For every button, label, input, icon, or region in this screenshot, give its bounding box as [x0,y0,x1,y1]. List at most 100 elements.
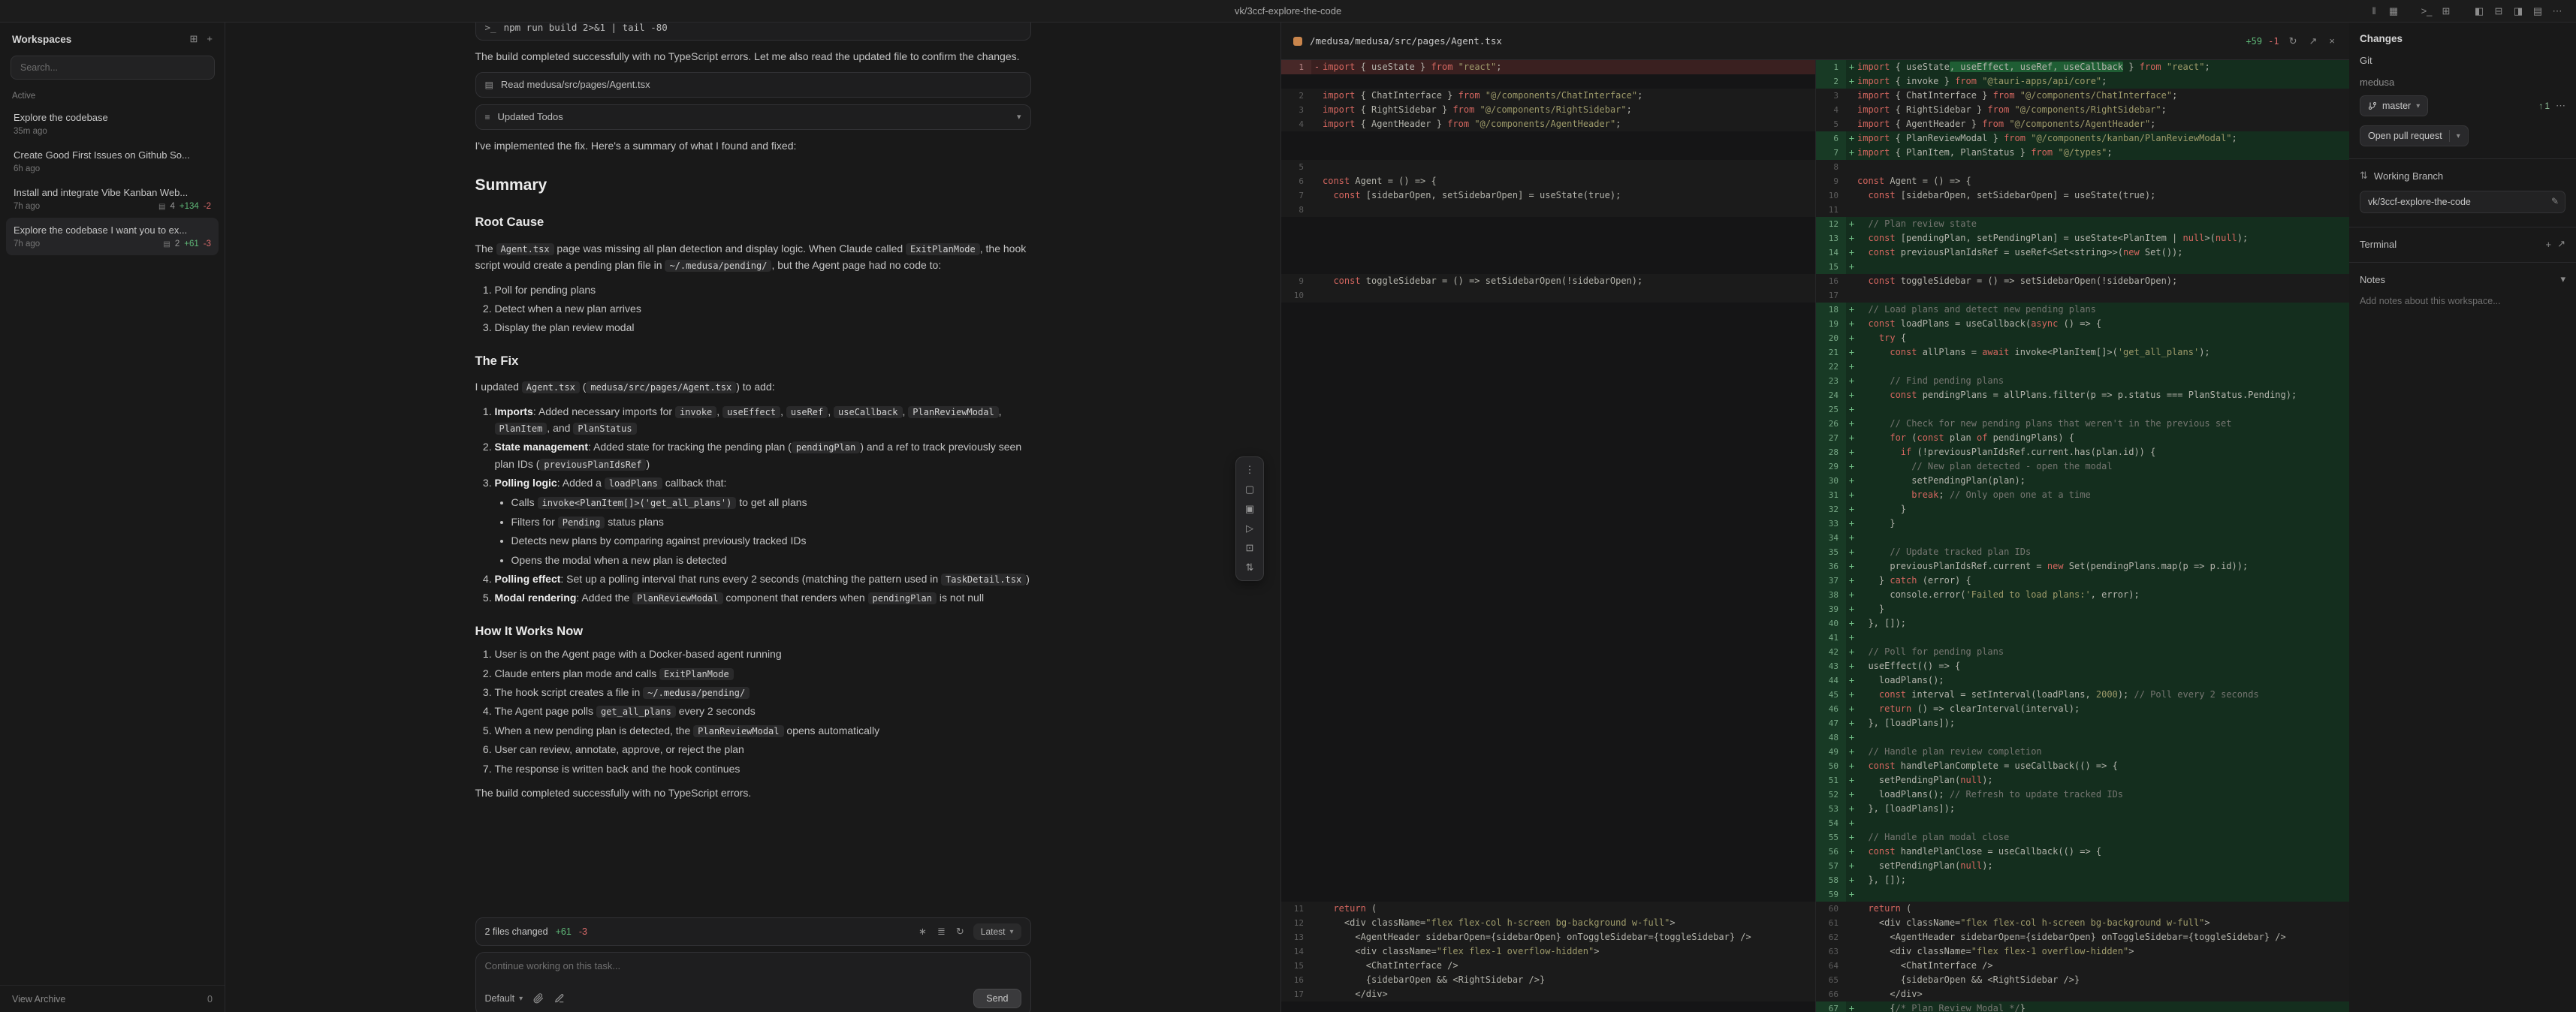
chevron-down-icon: ▾ [2457,132,2460,140]
titlebar-actions: ‖▦ >_⊞ ◧⊟◨▤⋯ [2366,5,2576,17]
diff-file-path: /medusa/medusa/src/pages/Agent.tsx [1310,35,1502,47]
chat-scroll-area[interactable]: >_npm run build 2>&1 | tail -80 The build… [225,23,1280,908]
files-changed-bar[interactable]: 2 files changed +61 -3 ∗ ≣ ↻ Latest ▾ [475,917,1031,946]
diff-row: 3 import { RightSidebar } from "@/compon… [1281,103,2349,117]
tool-call-label: Read medusa/src/pages/Agent.tsx [501,77,650,93]
additions-count: +61 [556,926,572,937]
diff-split-view[interactable]: 1-import { useState } from "react";1+imp… [1281,60,2349,1012]
diff-row: 38+ console.error('Failed to load plans:… [1281,588,2349,602]
diff-row: 19+ const loadPlans = useCallback(async … [1281,317,2349,331]
model-selector[interactable]: Default ▾ [485,993,523,1004]
terminal-icon[interactable]: >_ [2418,5,2435,17]
add-workspace-icon[interactable]: + [207,33,213,45]
section-heading: How It Works Now [475,622,1031,641]
workspace-item[interactable]: Create Good First Issues on Github So...… [6,143,219,180]
panel-bottom-icon[interactable]: ⊟ [2490,5,2507,17]
section-heading: Summary [475,173,1031,198]
close-icon[interactable]: × [2327,35,2337,47]
more-icon[interactable]: ⋯ [2549,5,2565,17]
deletions-count: -3 [204,239,211,248]
search-input[interactable] [11,56,215,80]
workspace-settings-icon[interactable]: ⊞ [190,33,198,45]
open-pr-button[interactable]: Open pull request ▾ [2360,125,2469,146]
working-branch-label: Working Branch [2374,170,2443,182]
pen-icon[interactable] [554,993,565,1004]
sub-list-item: Calls invoke<PlanItem[]>('get_all_plans'… [511,494,1031,511]
diff-row: 39+ } [1281,602,2349,616]
diff-row: 13 <AgentHeader sidebarOpen={sidebarOpen… [1281,930,2349,944]
diff-row: 41+ [1281,631,2349,645]
compare-icon[interactable]: ⇅ [1241,560,1259,575]
monitor-icon[interactable]: ⊡ [1241,541,1259,556]
diff-row: 5 8 [1281,160,2349,174]
window-title: vk/3ccf-explore-the-code [0,5,2576,17]
grip-icon[interactable]: ⋮ [1241,462,1259,477]
active-section-label: Active [0,84,225,105]
list-item: Modal rendering: Added the PlanReviewMod… [495,589,1031,606]
diff-row: 26+ // Check for new pending plans that … [1281,417,2349,431]
play-icon[interactable]: ▷ [1241,521,1259,536]
assistant-paragraph: The build completed successfully with no… [475,48,1031,65]
sub-list-item: Opens the modal when a new plan is detec… [511,552,1031,568]
open-pr-label: Open pull request [2368,131,2442,141]
git-section-label: Git [2360,55,2372,66]
diff-row: 2+import { invoke } from "@tauri-apps/ap… [1281,74,2349,89]
clipboard-icon[interactable]: ▣ [1241,501,1259,517]
workspace-item[interactable]: Install and integrate Vibe Kanban Web...… [6,180,219,218]
sparkle-icon[interactable]: ∗ [917,926,928,938]
sidebar-header: Workspaces ⊞ + [0,23,225,51]
expand-icon[interactable]: ↗ [2307,35,2320,47]
diff-list-icon[interactable]: ≣ [936,926,947,938]
workspace-item[interactable]: Explore the codebase I want you to ex...… [6,218,219,255]
diff-row: 45+ const interval = setInterval(loadPla… [1281,688,2349,702]
chevron-down-icon: ▾ [519,995,523,1003]
workspace-item[interactable]: Explore the codebase35m ago [6,105,219,143]
layout-icon[interactable]: ▤ [2529,5,2546,17]
diff-row: 47+ }, [loadPlans]); [1281,716,2349,730]
diff-row: 6 const Agent = () => {9 const Agent = (… [1281,174,2349,188]
list-item: Detect when a new plan arrives [495,300,1031,317]
tool-call-read[interactable]: ▤ Read medusa/src/pages/Agent.tsx [475,72,1031,98]
board-icon[interactable]: ⊞ [2438,5,2454,17]
working-branch-input[interactable] [2360,191,2565,213]
diff-row: 12+ // Plan review state [1281,217,2349,231]
send-button[interactable]: Send [973,989,1021,1008]
refresh-icon[interactable]: ↻ [955,926,966,938]
diff-row: 35+ // Update tracked plan IDs [1281,545,2349,559]
main-layout: Workspaces ⊞ + Active Explore the codeba… [0,23,2576,1012]
view-archive-button[interactable]: View Archive [12,994,65,1004]
diff-additions: +59 [2246,36,2262,47]
chevron-down-icon: ▾ [1009,928,1013,936]
panel-left-icon[interactable]: ◧ [2471,5,2487,17]
pause-icon[interactable]: ‖ [2366,5,2382,17]
ahead-count: 1 [2544,101,2550,111]
notes-placeholder[interactable]: Add notes about this workspace... [2360,294,2565,317]
branch-selector[interactable]: master ▾ [2360,95,2428,116]
attach-icon[interactable] [533,993,544,1004]
workspace-title: Create Good First Issues on Github So... [14,149,211,161]
history-icon[interactable]: ↻ [2287,35,2300,47]
terminal-section-label: Terminal [2360,239,2397,250]
tool-call-todos[interactable]: ≡Updated Todos▾ [475,104,1031,130]
edit-branch-icon[interactable]: ✎ [2551,196,2559,206]
version-selector[interactable]: Latest ▾ [973,923,1021,940]
ordered-list: Poll for pending plansDetect when a new … [475,282,1031,336]
new-terminal-icon[interactable]: + [2546,239,2552,250]
list-item: Polling effect: Set up a polling interva… [495,571,1031,587]
file-icon: ▤ [485,78,493,92]
tool-call-bash[interactable]: >_npm run build 2>&1 | tail -80 [475,23,1031,41]
message-input[interactable] [485,960,1021,989]
panel-right-icon[interactable]: ◨ [2510,5,2526,17]
diff-row: 33+ } [1281,517,2349,531]
diff-row: 27+ for (const plan of pendingPlans) { [1281,431,2349,445]
copy-icon[interactable]: ▢ [1241,482,1259,497]
more-icon[interactable]: ⋯ [2556,100,2565,112]
notes-chevron-icon[interactable]: ▾ [2560,273,2565,285]
diff-row: 50+ const handlePlanComplete = useCallba… [1281,759,2349,773]
chevron-down-icon: ▾ [1017,111,1021,125]
diff-row: 4 import { AgentHeader } from "@/compone… [1281,117,2349,131]
expand-terminal-icon[interactable]: ↗ [2557,238,2565,250]
branch-name: master [2382,101,2411,111]
grid-icon[interactable]: ▦ [2385,5,2402,17]
diff-row: 28+ if (!previousPlanIdsRef.current.has(… [1281,445,2349,459]
